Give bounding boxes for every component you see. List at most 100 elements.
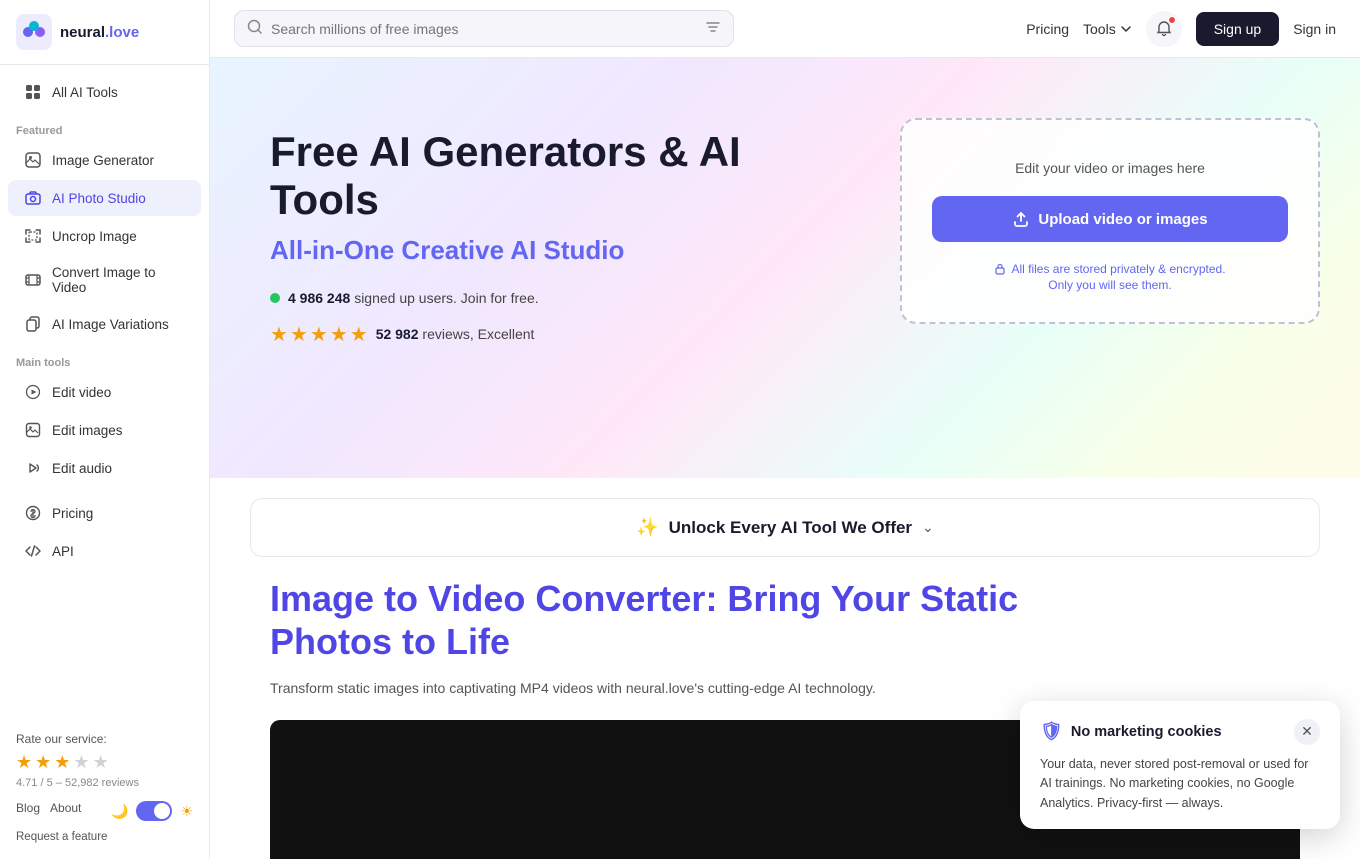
copy-icon [24, 315, 42, 333]
all-tools-label: All AI Tools [52, 85, 118, 100]
sidebar-bottom: Rate our service: ★ ★ ★ ★ ★ 4.71 / 5 – 5… [0, 732, 209, 847]
expand-icon [24, 227, 42, 245]
signin-button[interactable]: Sign in [1293, 21, 1336, 37]
photo-studio-label: AI Photo Studio [52, 191, 146, 206]
image-icon [24, 421, 42, 439]
uncrop-label: Uncrop Image [52, 229, 137, 244]
sidebar-item-variations[interactable]: AI Image Variations [8, 306, 201, 342]
main-tools-label: Main tools [0, 343, 209, 373]
sun-icon: ☀ [180, 803, 193, 820]
star-2: ★ [35, 752, 51, 773]
unlock-text: Unlock Every AI Tool We Offer [669, 518, 912, 538]
sidebar-item-edit-audio[interactable]: Edit audio [8, 450, 201, 486]
section-title: Image to Video Converter: Bring Your Sta… [210, 577, 1360, 663]
upload-button[interactable]: Upload video or images [932, 196, 1288, 242]
star-1: ★ [16, 752, 32, 773]
theme-toggle[interactable]: 🌙 ☀ [111, 801, 193, 821]
rating-stars: ★ ★ ★ ★ ★ [16, 752, 193, 773]
sidebar-item-api[interactable]: API [8, 533, 201, 569]
upload-card: Edit your video or images here Upload vi… [900, 118, 1320, 324]
sidebar-item-image-generator[interactable]: Image Generator [8, 142, 201, 178]
film-icon [24, 271, 42, 289]
camera-icon [24, 189, 42, 207]
code-icon [24, 542, 42, 560]
sidebar-item-uncrop[interactable]: Uncrop Image [8, 218, 201, 254]
hero-title: Free AI Generators & AI Tools [270, 128, 860, 225]
moon-icon: 🌙 [111, 803, 128, 820]
cookie-title-row: 🛡 No marketing cookies [1040, 721, 1222, 742]
hero-users: 4 986 248 signed up users. Join for free… [270, 290, 860, 306]
unlock-bar[interactable]: ✨ Unlock Every AI Tool We Offer ⌄ [250, 498, 1320, 557]
variations-label: AI Image Variations [52, 317, 169, 332]
sidebar-item-photo-studio[interactable]: AI Photo Studio [8, 180, 201, 216]
image-generator-label: Image Generator [52, 153, 154, 168]
upload-privacy: All files are stored privately & encrypt… [994, 262, 1225, 292]
sidebar-item-all-tools[interactable]: All AI Tools [8, 74, 201, 110]
cookie-title: No marketing cookies [1071, 724, 1222, 740]
logo-icon [16, 14, 52, 50]
rating-text: 52 982 reviews, Excellent [376, 326, 535, 342]
rating-star-5: ★ [350, 322, 368, 347]
star-4: ★ [73, 752, 89, 773]
convert-label: Convert Image to Video [52, 265, 185, 295]
notification-button[interactable] [1146, 11, 1182, 47]
api-label: API [52, 544, 74, 559]
section-subtitle: Transform static images into captivating… [210, 663, 1360, 699]
lock-icon [994, 263, 1006, 275]
blog-link[interactable]: Blog [16, 801, 40, 821]
edit-video-label: Edit video [52, 385, 111, 400]
filter-icon[interactable] [705, 19, 721, 38]
image-gen-icon [24, 151, 42, 169]
audio-icon [24, 459, 42, 477]
signup-button[interactable]: Sign up [1196, 12, 1279, 46]
hero-rating-stars: ★ ★ ★ ★ ★ [270, 322, 368, 347]
sidebar-item-edit-video[interactable]: Edit video [8, 374, 201, 410]
hero-users-text: 4 986 248 signed up users. Join for free… [288, 290, 539, 306]
play-icon [24, 383, 42, 401]
hero-subtitle: All-in-One Creative AI Studio [270, 235, 860, 266]
theme-toggle-track[interactable] [136, 801, 172, 821]
dollar-icon [24, 504, 42, 522]
request-feature-link[interactable]: Request a feature [16, 831, 193, 843]
about-link[interactable]: About [50, 801, 81, 821]
chevron-down-icon [1120, 23, 1132, 35]
logo-text: neural.love [60, 24, 139, 41]
logo[interactable]: neural.love [0, 0, 209, 65]
sidebar-links: Blog About 🌙 ☀ [16, 801, 193, 821]
sidebar-item-edit-images[interactable]: Edit images [8, 412, 201, 448]
upload-hint: Edit your video or images here [1015, 160, 1205, 176]
search-input[interactable] [271, 21, 697, 37]
star-5: ★ [93, 752, 109, 773]
rating-star-1: ★ [270, 322, 288, 347]
online-dot [270, 293, 280, 303]
search-icon [247, 19, 263, 38]
sparkle-icon: ✨ [636, 517, 658, 538]
edit-images-label: Edit images [52, 423, 123, 438]
sidebar: neural.love All AI Tools Featured Image … [0, 0, 210, 859]
cookie-popup: 🛡 No marketing cookies ✕ Your data, neve… [1020, 701, 1340, 829]
sidebar-item-convert[interactable]: Convert Image to Video [8, 256, 201, 304]
rating-score: 4.71 / 5 – 52,982 reviews [16, 777, 193, 789]
star-3: ★ [54, 752, 70, 773]
rating-star-4: ★ [330, 322, 348, 347]
hero-left: Free AI Generators & AI Tools All-in-One… [270, 118, 860, 347]
search-box[interactable] [234, 10, 734, 47]
theme-toggle-thumb [154, 803, 170, 819]
rating-star-2: ★ [290, 322, 308, 347]
pricing-label: Pricing [52, 506, 93, 521]
pricing-nav-link[interactable]: Pricing [1026, 21, 1069, 37]
tools-nav-button[interactable]: Tools [1083, 21, 1132, 37]
grid-icon [24, 83, 42, 101]
shield-icon: 🛡 [1040, 721, 1063, 742]
featured-section-label: Featured [0, 111, 209, 141]
edit-audio-label: Edit audio [52, 461, 112, 476]
header-right: Pricing Tools Sign up Sign in [1026, 11, 1336, 47]
hero-section: Free AI Generators & AI Tools All-in-One… [210, 58, 1360, 478]
rate-label: Rate our service: [16, 732, 193, 746]
notification-dot [1168, 16, 1176, 24]
cookie-close-button[interactable]: ✕ [1294, 719, 1320, 745]
cookie-header: 🛡 No marketing cookies ✕ [1040, 719, 1320, 745]
cookie-body: Your data, never stored post-removal or … [1040, 755, 1320, 813]
sidebar-item-pricing[interactable]: Pricing [8, 495, 201, 531]
unlock-chevron-icon: ⌄ [922, 519, 934, 536]
